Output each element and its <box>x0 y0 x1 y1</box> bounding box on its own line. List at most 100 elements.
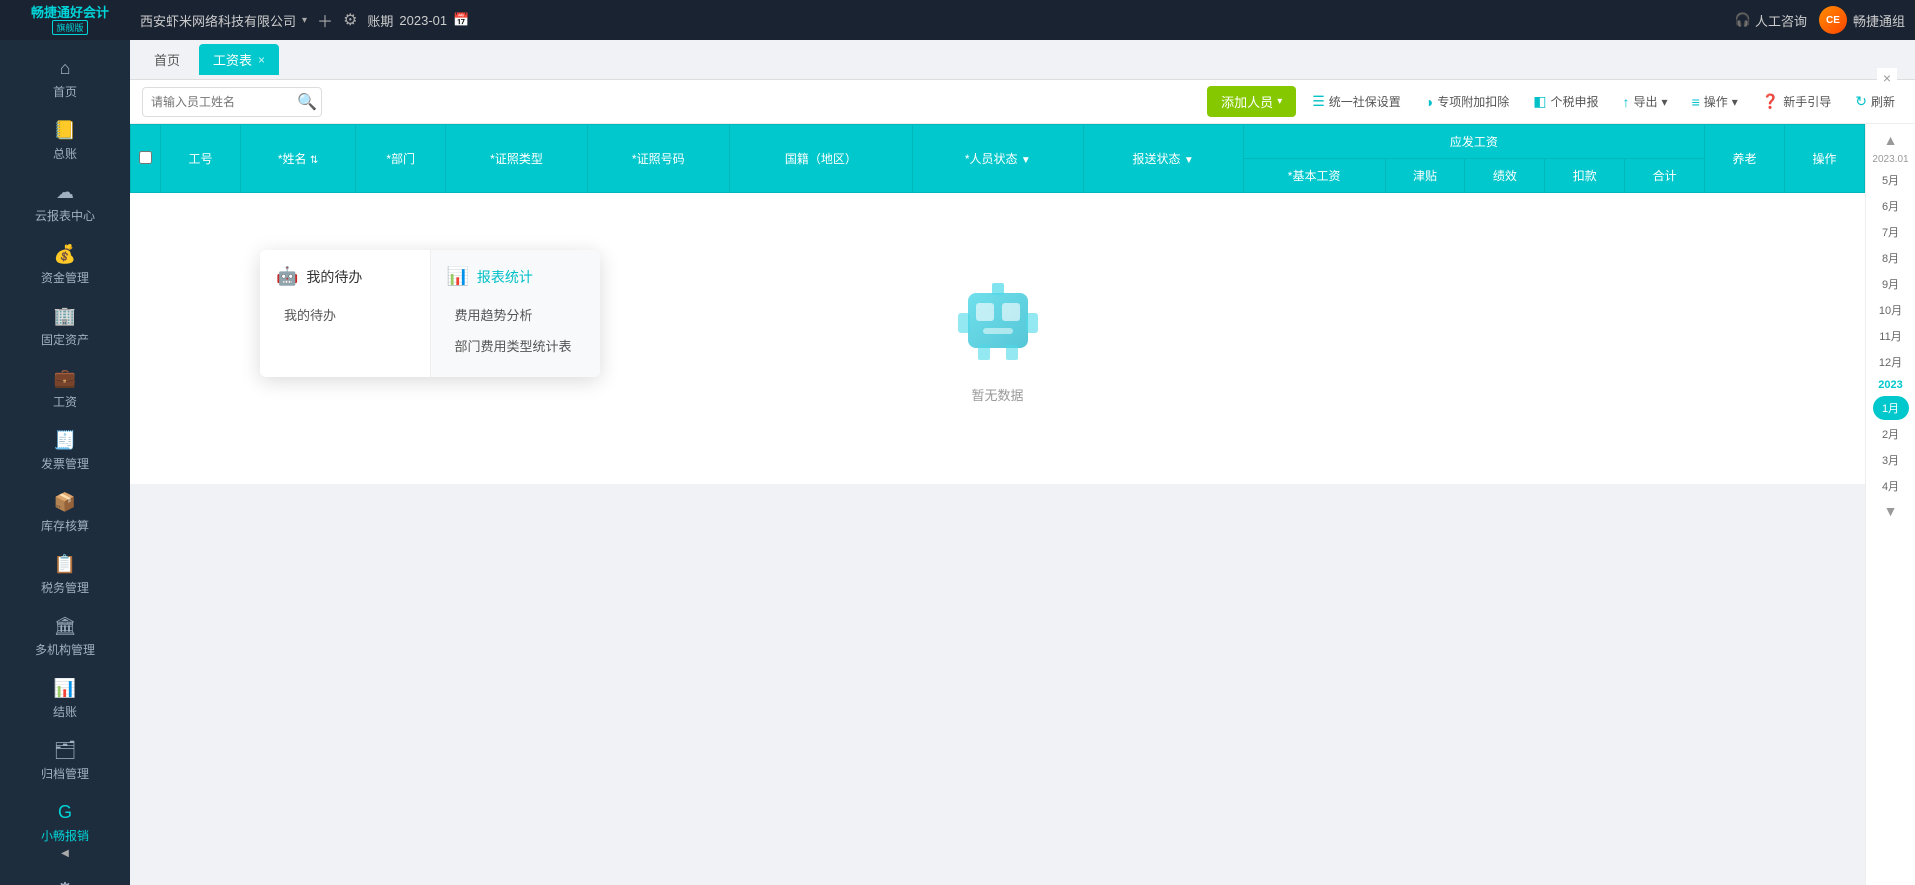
support-button[interactable]: 🎧 人工咨询 <box>1735 11 1807 30</box>
timeline-month-11[interactable]: 11月 <box>1873 324 1909 348</box>
tab-salary-label: 工资表 <box>213 50 252 69</box>
sidebar-item-inventory[interactable]: 📦 库存核算 <box>0 482 130 544</box>
toolbar: 🔍 添加人员 ▾ ☰ 统一社保设置 ◑ 专项附加扣除 ◧ 个税申报 ↑ 导出 <box>130 80 1915 124</box>
inventory-icon: 📦 <box>54 492 76 513</box>
select-all-header[interactable] <box>131 125 161 193</box>
timeline-month-6[interactable]: 6月 <box>1873 194 1909 218</box>
th-nationality: 国籍（地区） <box>729 125 913 193</box>
sidebar-item-multi-org[interactable]: 🏛 多机构管理 <box>0 606 130 668</box>
export-button[interactable]: ↑ 导出 ▾ <box>1615 89 1676 114</box>
popup-columns: 🤖 我的待办 我的待办 📊 报表统计 费用趋势分析 <box>260 250 600 377</box>
invoice-icon: 🧾 <box>54 430 76 451</box>
timeline-nav-up[interactable]: ▲ <box>1877 130 1905 150</box>
logo-area: 畅捷通好会计 旗舰版 <box>10 5 130 36</box>
social-security-icon: ☰ <box>1312 93 1325 110</box>
th-jobnum: 工号 <box>161 125 241 193</box>
top-right: 🎧 人工咨询 CE 畅捷通组 <box>1735 6 1905 34</box>
tax-report-button[interactable]: ◧ 个税申报 <box>1525 89 1606 114</box>
sidebar-item-home[interactable]: ⌂ 首页 <box>0 48 130 110</box>
sidebar-item-ledger[interactable]: 📒 总账 <box>0 110 130 172</box>
sidebar-label-multi-org: 多机构管理 <box>35 641 95 658</box>
select-all-checkbox[interactable] <box>139 151 152 164</box>
close-panel-button[interactable]: × <box>1877 68 1897 88</box>
funds-icon: 💰 <box>54 244 76 265</box>
timeline-year-2023: 2023 <box>1876 375 1904 395</box>
popup-todo-item[interactable]: 我的待办 <box>276 299 414 330</box>
avatar: CE <box>1819 6 1847 34</box>
sidebar-item-funds[interactable]: 💰 资金管理 <box>0 234 130 296</box>
timeline-month-9[interactable]: 9月 <box>1873 272 1909 296</box>
sidebar-label-salary: 工资 <box>53 393 77 410</box>
user-area[interactable]: CE 畅捷通组 <box>1819 6 1905 34</box>
guide-help-icon: ❓ <box>1762 93 1779 110</box>
social-security-label: 统一社保设置 <box>1329 93 1401 110</box>
th-performance: 绩效 <box>1465 159 1545 193</box>
sidebar-item-fixed-assets[interactable]: 🏢 固定资产 <box>0 296 130 358</box>
timeline-month-1[interactable]: 1月 <box>1873 396 1909 420</box>
timeline-month-2[interactable]: 2月 <box>1873 422 1909 446</box>
sidebar-label-home: 首页 <box>53 83 77 100</box>
top-bar: 畅捷通好会计 旗舰版 西安虾米网络科技有限公司 ▾ ＋ ⚙ 账期 2023-01… <box>0 0 1915 40</box>
no-data-text: 暂无数据 <box>971 385 1023 404</box>
sidebar-item-settle[interactable]: 📊 结账 <box>0 668 130 730</box>
add-person-button[interactable]: 添加人员 ▾ <box>1207 86 1296 117</box>
sidebar-label-tax: 税务管理 <box>41 579 89 596</box>
refresh-button[interactable]: ↻ 刷新 <box>1847 89 1903 114</box>
sidebar-item-salary[interactable]: 💼 工资 <box>0 358 130 420</box>
sidebar-item-settings[interactable]: ⚙ 基础设置 <box>0 869 130 885</box>
sidebar-label-inventory: 库存核算 <box>41 517 89 534</box>
tab-home[interactable]: 首页 <box>140 44 194 75</box>
tab-close-icon[interactable]: × <box>258 53 265 67</box>
sidebar-label-funds: 资金管理 <box>41 269 89 286</box>
main-layout: ⌂ 首页 📒 总账 ☁ 云报表中心 💰 资金管理 🏢 固定资产 💼 工资 🧾 发… <box>0 40 1915 885</box>
tab-salary[interactable]: 工资表 × <box>199 44 279 75</box>
popup-col-report: 📊 报表统计 费用趋势分析 部门费用类型统计表 <box>430 250 601 377</box>
xiaochang-icon: G <box>58 802 72 823</box>
sidebar-item-xiaochang[interactable]: G 小畅报销 ◀ <box>0 792 130 869</box>
timeline-month-10[interactable]: 10月 <box>1873 298 1909 322</box>
guide-button[interactable]: ❓ 新手引导 <box>1754 89 1839 114</box>
guide-label: 新手引导 <box>1783 93 1831 110</box>
timeline-month-12[interactable]: 12月 <box>1873 350 1909 374</box>
settings-icon-button[interactable]: ⚙ <box>343 10 357 30</box>
salary-icon: 💼 <box>54 368 76 389</box>
timeline-month-3[interactable]: 3月 <box>1873 448 1909 472</box>
operations-button[interactable]: ≡ 操作 ▾ <box>1684 89 1746 114</box>
sidebar-item-tax[interactable]: 📋 税务管理 <box>0 544 130 606</box>
th-id-num: *证照号码 <box>587 125 729 193</box>
todo-icon: 🤖 <box>276 266 298 287</box>
add-company-button[interactable]: ＋ <box>317 8 333 32</box>
timeline-month-4[interactable]: 4月 <box>1873 474 1909 498</box>
sidebar-item-archive[interactable]: 🗂 归档管理 <box>0 730 130 792</box>
logo-sub: 旗舰版 <box>52 20 87 35</box>
popup-report-title: 报表统计 <box>477 267 533 287</box>
timeline-month-8[interactable]: 8月 <box>1873 246 1909 270</box>
th-allowance: 津贴 <box>1385 159 1465 193</box>
social-security-button[interactable]: ☰ 统一社保设置 <box>1304 89 1409 114</box>
search-input[interactable] <box>151 95 291 109</box>
support-label: 人工咨询 <box>1755 11 1807 30</box>
timeline-month-7[interactable]: 7月 <box>1873 220 1909 244</box>
company-name: 西安虾米网络科技有限公司 <box>140 11 296 30</box>
operations-arrow-icon: ▾ <box>1732 95 1738 109</box>
operations-label: 操作 <box>1704 93 1728 110</box>
multi-org-icon: 🏛 <box>54 616 77 637</box>
company-selector[interactable]: 西安虾米网络科技有限公司 ▾ <box>140 11 307 30</box>
timeline-nav-down[interactable]: ▼ <box>1877 501 1905 521</box>
right-timeline: ▲ 2023.01 5月 6月 7月 8月 9月 10月 11月 12月 202… <box>1865 124 1915 885</box>
export-icon: ↑ <box>1623 94 1630 110</box>
timeline-month-5[interactable]: 5月 <box>1873 168 1909 192</box>
add-person-label: 添加人员 <box>1221 92 1273 111</box>
popup-report-item-2[interactable]: 部门费用类型统计表 <box>447 330 585 361</box>
content-area: 首页 工资表 × × 🔍 添加人员 ▾ ☰ 统一社保设置 <box>130 40 1915 885</box>
special-deduct-button[interactable]: ◑ 专项附加扣除 <box>1417 89 1517 114</box>
popup-report-item-1[interactable]: 费用趋势分析 <box>447 299 585 330</box>
sidebar-item-invoice[interactable]: 🧾 发票管理 <box>0 420 130 482</box>
archive-icon: 🗂 <box>54 740 77 761</box>
calendar-icon[interactable]: 📅 <box>453 12 469 28</box>
th-pension: 养老 <box>1705 125 1785 193</box>
operations-icon: ≡ <box>1692 94 1700 110</box>
sidebar-item-cloud-report[interactable]: ☁ 云报表中心 <box>0 172 130 234</box>
sidebar-label-xiaochang: 小畅报销 <box>41 827 89 844</box>
sidebar-label-settle: 结账 <box>53 703 77 720</box>
